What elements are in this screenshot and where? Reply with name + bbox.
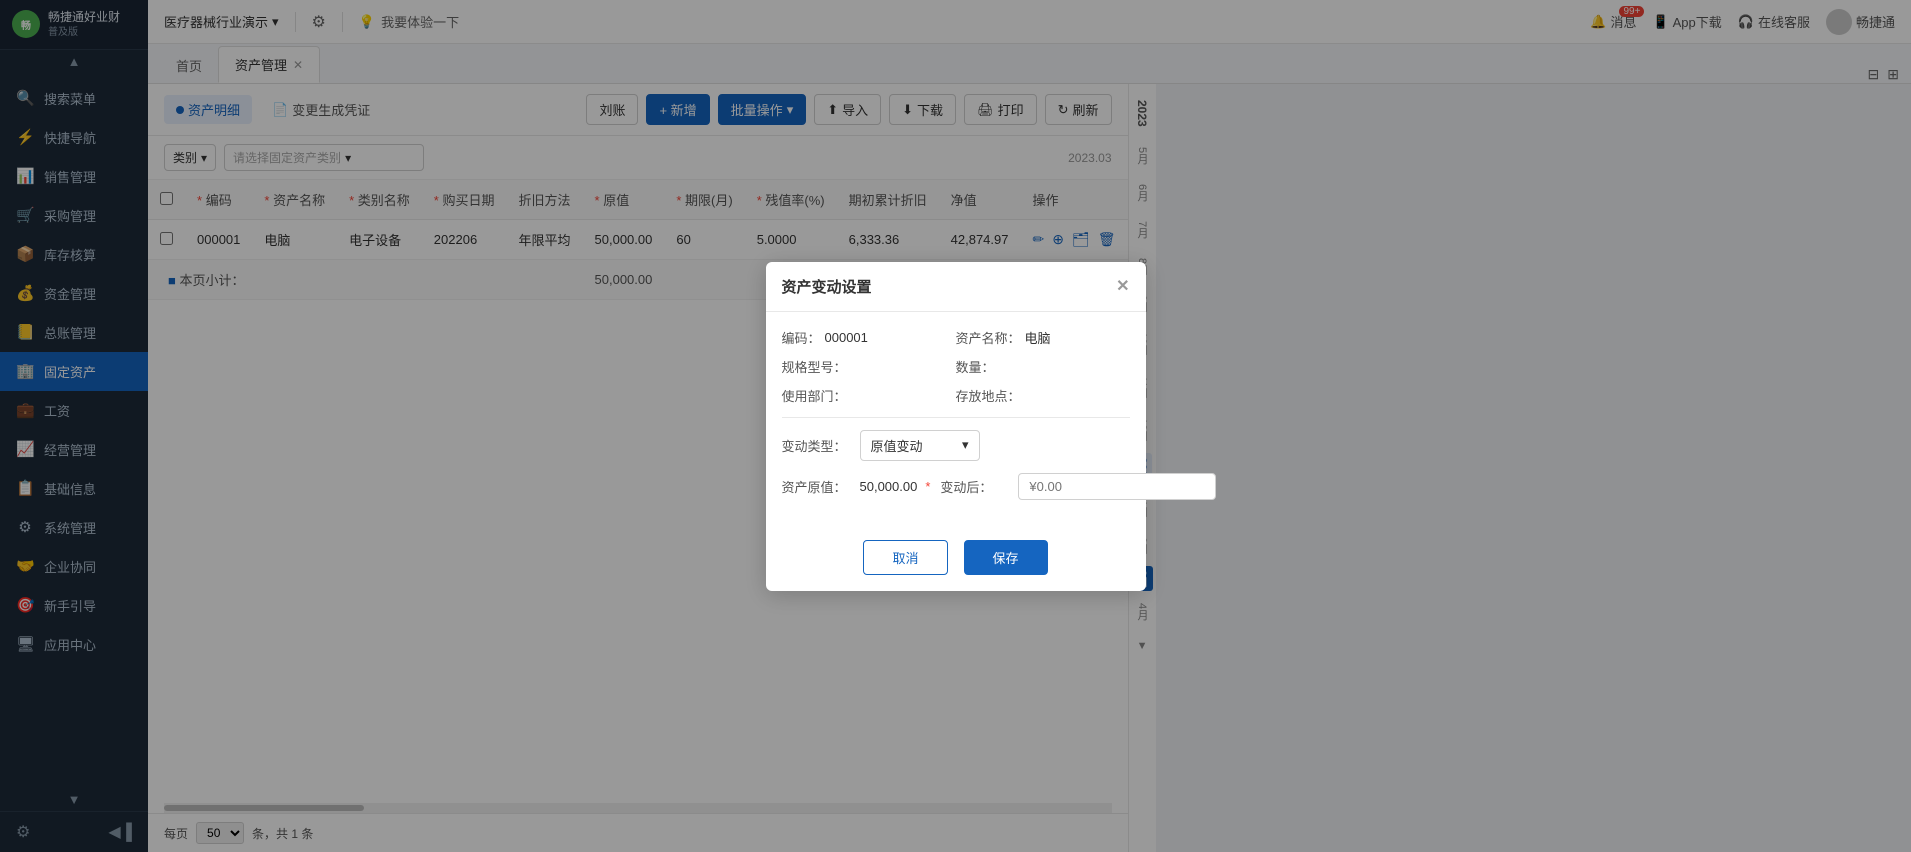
modal-department-cell: 使用部门： [782,386,956,405]
asset-name-value: 电脑 [1025,328,1051,347]
asset-change-modal: 资产变动设置 ✕ 编码： 000001 资产名称： 电脑 规格型号： [766,262,1146,591]
modal-header: 资产变动设置 ✕ [766,262,1146,312]
location-label: 存放地点： [956,386,1021,405]
modal-divider [782,417,1130,418]
modal-info-row-3: 使用部门： 存放地点： [782,386,1130,405]
change-type-label: 变动类型： [782,436,852,455]
code-label: 编码： [782,328,821,347]
original-value-label: 资产原值： [782,477,852,496]
modal-asset-name-cell: 资产名称： 电脑 [956,328,1130,347]
modal-title: 资产变动设置 [782,276,872,297]
modal-change-type-row: 变动类型： 原值变动 ▾ [782,430,1130,461]
cancel-button[interactable]: 取消 [863,540,947,575]
modal-spec-cell: 规格型号： [782,357,956,376]
modal-info-row-2: 规格型号： 数量： [782,357,1130,376]
modal-body: 编码： 000001 资产名称： 电脑 规格型号： 数量： [766,312,1146,528]
save-button[interactable]: 保存 [964,540,1048,575]
modal-footer: 取消 保存 [766,528,1146,591]
change-type-value: 原值变动 [871,436,923,455]
modal-quantity-cell: 数量： [956,357,1130,376]
quantity-label: 数量： [956,357,995,376]
spec-label: 规格型号： [782,357,847,376]
modal-overlay: 资产变动设置 ✕ 编码： 000001 资产名称： 电脑 规格型号： [0,0,1911,852]
after-change-label: 变动后： [940,477,1010,496]
asset-name-label: 资产名称： [956,328,1021,347]
after-change-input[interactable] [1018,473,1216,500]
change-type-select[interactable]: 原值变动 ▾ [860,430,980,461]
code-value: 000001 [825,330,868,345]
department-label: 使用部门： [782,386,847,405]
change-type-chevron-icon: ▾ [962,437,969,453]
required-mark: * [925,479,930,494]
modal-code-cell: 编码： 000001 [782,328,956,347]
original-value-display: 50,000.00 [860,479,918,494]
modal-close-button[interactable]: ✕ [1116,276,1129,296]
modal-info-row-1: 编码： 000001 资产名称： 电脑 [782,328,1130,347]
modal-location-cell: 存放地点： [956,386,1130,405]
modal-value-row: 资产原值： 50,000.00 * 变动后： [782,473,1130,500]
